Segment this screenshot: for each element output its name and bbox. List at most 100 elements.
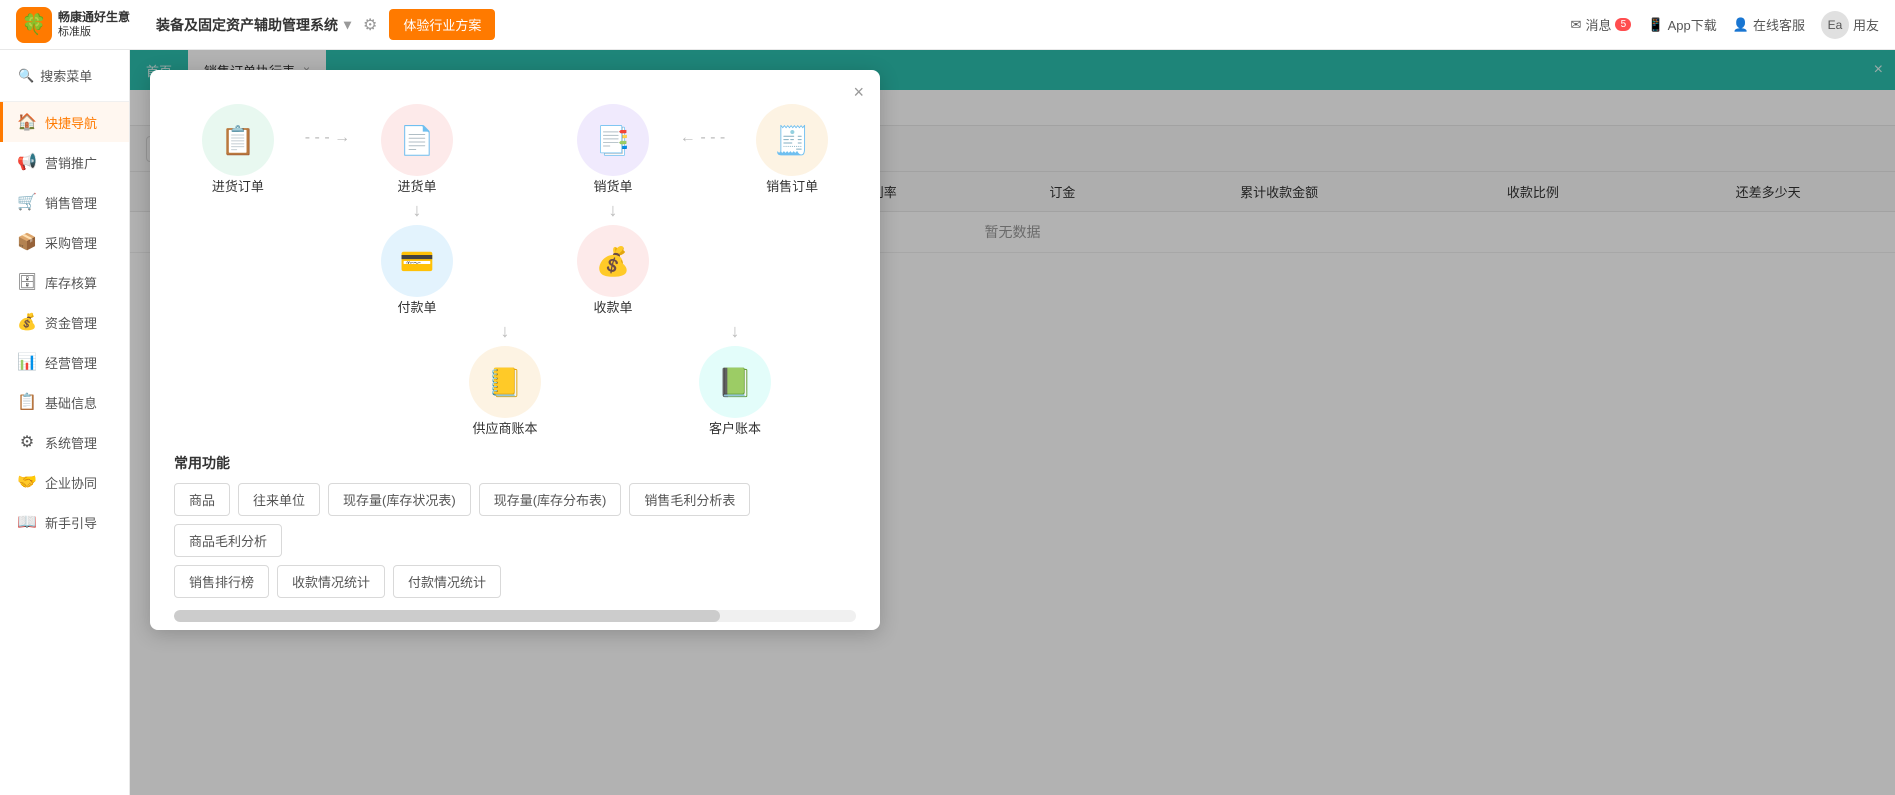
sales-slip-icon-circle: 📑 bbox=[577, 104, 649, 176]
sidebar-item-basic-info[interactable]: 📋 基础信息 bbox=[0, 382, 129, 422]
wf-sales-order: 🧾 销售订单 bbox=[728, 104, 856, 195]
common-btn-payment-stats[interactable]: 付款情况统计 bbox=[393, 565, 501, 598]
receipt-slip-label: 收款单 bbox=[594, 297, 633, 316]
wf-sales-slip: 📑 销货单 bbox=[549, 104, 677, 195]
payment-slip-icon: 💳 bbox=[400, 245, 435, 278]
arrow-down-receipt: ↓ bbox=[660, 316, 810, 346]
sidebar-item-guide[interactable]: 📖 新手引导 bbox=[0, 502, 129, 542]
system-title: 装备及固定资产辅助管理系统 ▾ bbox=[156, 15, 351, 35]
popup-close-button[interactable]: × bbox=[853, 82, 864, 103]
message-badge: 5 bbox=[1615, 18, 1631, 31]
logo-icon: 🍀 bbox=[16, 7, 52, 43]
wf-purchase-slip: 📄 进货单 bbox=[353, 104, 481, 195]
sidebar-item-marketing[interactable]: 📢 营销推广 bbox=[0, 142, 129, 182]
app-download-button[interactable]: 📱 App下载 bbox=[1647, 15, 1716, 34]
system-icon: ⚙ bbox=[17, 432, 37, 452]
logo-area: 🍀 畅康通好生意 标准版 bbox=[16, 7, 146, 43]
operation-icon: 📊 bbox=[17, 352, 37, 372]
main-area: 🔍 搜索菜单 🏠 快捷导航 📢 营销推广 🛒 销售管理 📦 bbox=[0, 50, 1895, 795]
customer-ledger-icon-circle: 📗 bbox=[699, 346, 771, 418]
common-buttons-row-2: 销售排行榜 收款情况统计 付款情况统计 bbox=[174, 565, 856, 598]
purchase-slip-icon-circle: 📄 bbox=[381, 104, 453, 176]
sidebar-search-area: 🔍 搜索菜单 bbox=[0, 50, 129, 102]
sidebar-item-finance[interactable]: 💰 资金管理 bbox=[0, 302, 129, 342]
wf-customer-ledger: 📗 客户账本 bbox=[660, 346, 810, 437]
arrow-purchase: - - - → bbox=[302, 129, 353, 147]
service-icon: 👤 bbox=[1733, 17, 1749, 33]
common-btn-product[interactable]: 商品 bbox=[174, 483, 230, 516]
purchase-order-label: 进货订单 bbox=[212, 176, 264, 195]
customer-ledger-label: 客户账本 bbox=[709, 418, 761, 437]
system-dropdown-arrow[interactable]: ▾ bbox=[344, 16, 351, 33]
sales-slip-label: 销货单 bbox=[594, 176, 633, 195]
receipt-slip-icon-circle: 💰 bbox=[577, 225, 649, 297]
workflow-arrows-row-2: ↓ ↓ bbox=[174, 316, 856, 346]
wf-receipt-slip: 💰 收款单 bbox=[549, 225, 677, 316]
customer-ledger-icon: 📗 bbox=[718, 366, 753, 399]
purchase-order-icon-circle: 📋 bbox=[202, 104, 274, 176]
supplier-ledger-label: 供应商账本 bbox=[472, 418, 537, 437]
message-button[interactable]: ✉ 消息 5 bbox=[1571, 15, 1632, 34]
common-btn-partner[interactable]: 往来单位 bbox=[238, 483, 320, 516]
purchase-slip-icon: 📄 bbox=[400, 124, 435, 157]
online-service-button[interactable]: 👤 在线客服 bbox=[1733, 15, 1805, 34]
workflow-row-2: 💳 付款单 💰 收款单 bbox=[174, 225, 856, 316]
search-menu-button[interactable]: 🔍 搜索菜单 bbox=[10, 60, 119, 91]
content-area: 首页 销售订单执行表 × × ❓ 帮助 🖨 按模板打印 ▾ bbox=[130, 50, 1895, 795]
sidebar-item-enterprise[interactable]: 🤝 企业协同 bbox=[0, 462, 129, 502]
sidebar-item-operation[interactable]: 📊 经营管理 bbox=[0, 342, 129, 382]
sidebar-item-system[interactable]: ⚙ 系统管理 bbox=[0, 422, 129, 462]
common-functions-section: 常用功能 商品 往来单位 现存量(库存状况表) 现存量(库存分布表) 销售毛利分… bbox=[174, 453, 856, 598]
workflow-arrows-row: ↓ ↓ bbox=[174, 195, 856, 225]
guide-icon: 📖 bbox=[17, 512, 37, 532]
common-btn-sales-gross[interactable]: 销售毛利分析表 bbox=[629, 483, 750, 516]
payment-slip-icon-circle: 💳 bbox=[381, 225, 453, 297]
home-icon: 🏠 bbox=[17, 112, 37, 132]
purchase-icon: 📦 bbox=[17, 232, 37, 252]
wf-payment-slip: 💳 付款单 bbox=[353, 225, 481, 316]
sidebar-item-quick-nav[interactable]: 🏠 快捷导航 bbox=[0, 102, 129, 142]
purchase-order-icon: 📋 bbox=[221, 124, 256, 157]
trial-button[interactable]: 体验行业方案 bbox=[389, 9, 495, 40]
search-icon: 🔍 bbox=[18, 68, 34, 84]
common-btn-stock-status[interactable]: 现存量(库存状况表) bbox=[328, 483, 471, 516]
wf-purchase-order: 📋 进货订单 bbox=[174, 104, 302, 195]
sidebar-nav: 🏠 快捷导航 📢 营销推广 🛒 销售管理 📦 采购管理 🗄 库存核 bbox=[0, 102, 129, 542]
sales-order-icon: 🧾 bbox=[775, 124, 810, 157]
sidebar: 🔍 搜索菜单 🏠 快捷导航 📢 营销推广 🛒 销售管理 📦 bbox=[0, 50, 130, 795]
wf-supplier-ledger: 📒 供应商账本 bbox=[430, 346, 580, 437]
sidebar-item-purchase[interactable]: 📦 采购管理 bbox=[0, 222, 129, 262]
enterprise-icon: 🤝 bbox=[17, 472, 37, 492]
arrow-down-purchase: ↓ bbox=[353, 195, 481, 225]
common-btn-sales-rank[interactable]: 销售排行榜 bbox=[174, 565, 269, 598]
sidebar-item-inventory[interactable]: 🗄 库存核算 bbox=[0, 262, 129, 302]
common-btn-product-gross[interactable]: 商品毛利分析 bbox=[174, 524, 282, 557]
common-btn-receipt-stats[interactable]: 收款情况统计 bbox=[277, 565, 385, 598]
common-btn-stock-dist[interactable]: 现存量(库存分布表) bbox=[479, 483, 622, 516]
supplier-ledger-icon-circle: 📒 bbox=[469, 346, 541, 418]
popup-overlay[interactable]: × 📋 进货订单 - - - → bbox=[130, 50, 1895, 795]
top-right-area: ✉ 消息 5 📱 App下载 👤 在线客服 Ea 用友 bbox=[1571, 11, 1879, 39]
supplier-ledger-icon: 📒 bbox=[488, 366, 523, 399]
popup-card: × 📋 进货订单 - - - → bbox=[150, 70, 880, 630]
finance-icon: 💰 bbox=[17, 312, 37, 332]
top-bar: 🍀 畅康通好生意 标准版 装备及固定资产辅助管理系统 ▾ ⚙ 体验行业方案 ✉ … bbox=[0, 0, 1895, 50]
sales-order-label: 销售订单 bbox=[766, 176, 818, 195]
logo-text: 畅康通好生意 标准版 bbox=[58, 10, 130, 40]
sales-order-icon-circle: 🧾 bbox=[756, 104, 828, 176]
settings-icon[interactable]: ⚙ bbox=[363, 15, 377, 35]
common-buttons-row-1: 商品 往来单位 现存量(库存状况表) 现存量(库存分布表) 销售毛利分析表 商品… bbox=[174, 483, 856, 557]
avatar: Ea bbox=[1821, 11, 1849, 39]
basic-info-icon: 📋 bbox=[17, 392, 37, 412]
workflow-row-1: 📋 进货订单 - - - → 📄 进货单 bbox=[174, 104, 856, 195]
scrollbar-thumb bbox=[174, 610, 720, 622]
arrow-down-payment: ↓ bbox=[430, 316, 580, 346]
user-area[interactable]: Ea 用友 bbox=[1821, 11, 1879, 39]
receipt-slip-icon: 💰 bbox=[596, 245, 631, 278]
payment-slip-label: 付款单 bbox=[397, 297, 436, 316]
popup-scrollbar[interactable] bbox=[174, 610, 856, 622]
sidebar-item-sales[interactable]: 🛒 销售管理 bbox=[0, 182, 129, 222]
sales-icon: 🛒 bbox=[17, 192, 37, 212]
common-functions-title: 常用功能 bbox=[174, 453, 856, 473]
app-container: 🍀 畅康通好生意 标准版 装备及固定资产辅助管理系统 ▾ ⚙ 体验行业方案 ✉ … bbox=[0, 0, 1895, 795]
